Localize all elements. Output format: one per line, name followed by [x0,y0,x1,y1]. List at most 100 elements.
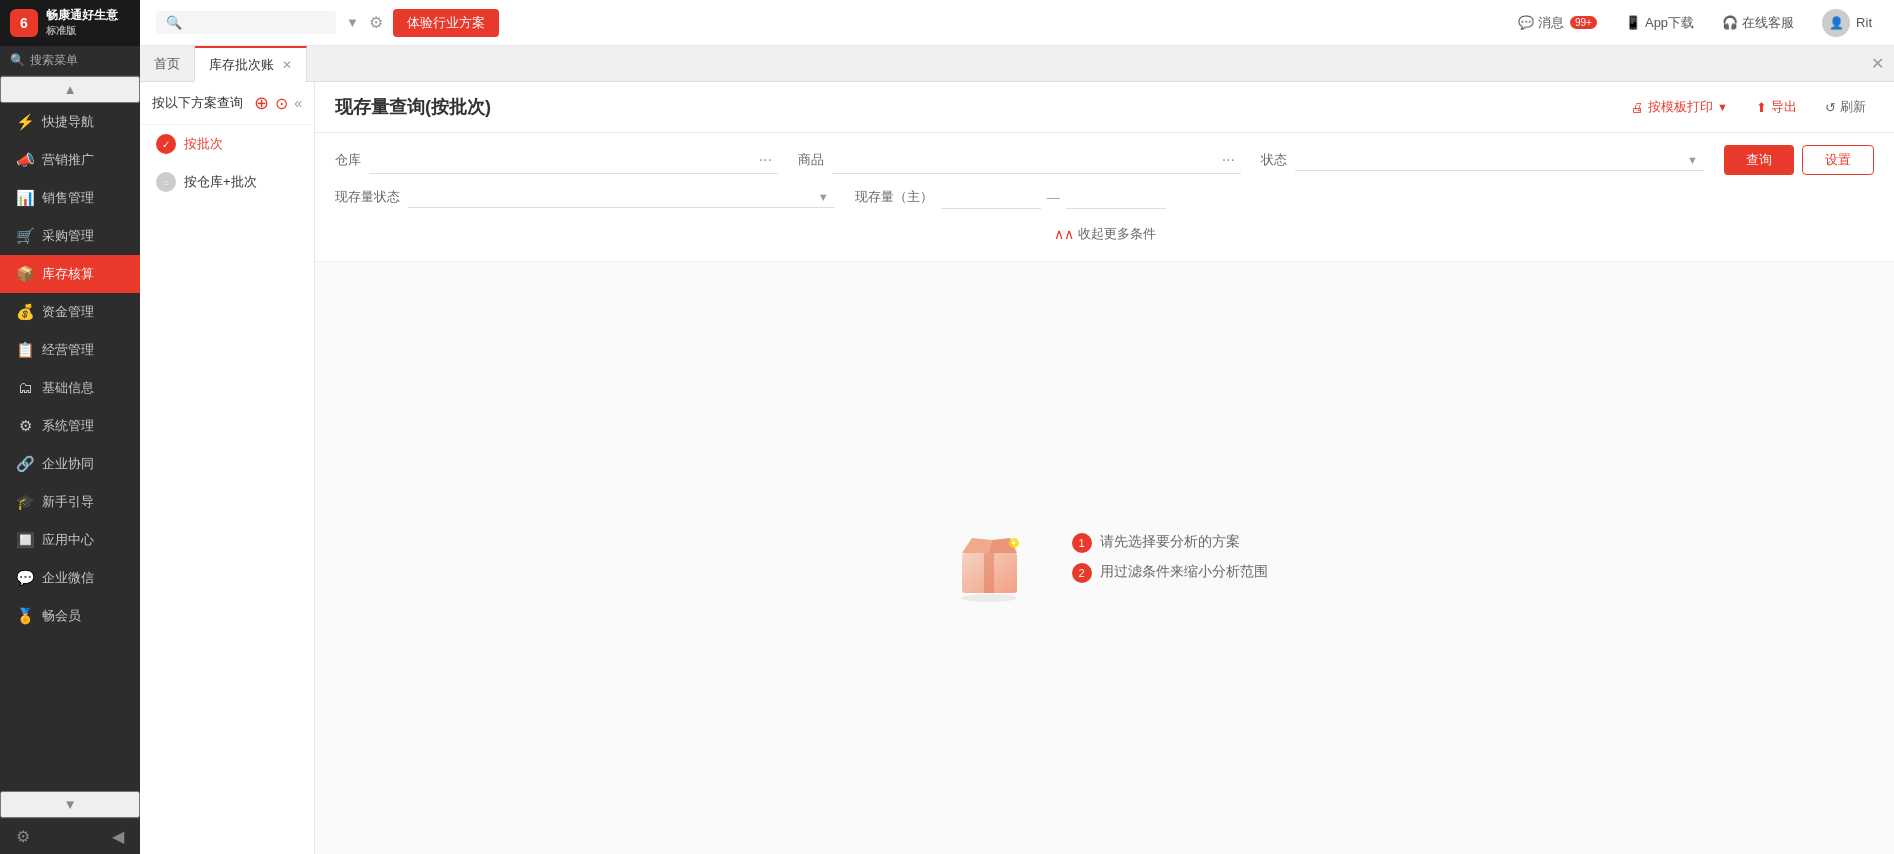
message-btn[interactable]: 💬 消息 99+ [1512,10,1603,36]
circle-icon: ○ [163,177,169,188]
warehouse-dots-btn[interactable]: ··· [759,151,772,169]
sidebar-item-basic[interactable]: 🗂 基础信息 [0,369,140,407]
sidebar-search[interactable]: 🔍 搜索菜单 [0,46,140,76]
scheme-label: 按仓库+批次 [184,173,257,191]
tabbar: 首页 库存批次账 ✕ ✕ [140,46,1894,82]
print-icon: 🖨 [1631,100,1644,115]
main-area: 🔍 ▼ ⚙ 体验行业方案 💬 消息 99+ 📱 App下载 🎧 在线客服 [140,0,1894,854]
headset-icon: 🎧 [1722,15,1738,30]
add-scheme-btn[interactable]: ⊕ [254,92,269,114]
topbar-dropdown-icon[interactable]: ▼ [346,15,359,30]
filter-row-1: 仓库 ··· 商品 ··· 状态 [335,145,1874,175]
sidebar-item-finance[interactable]: 💰 资金管理 [0,293,140,331]
sidebar-item-label: 企业微信 [42,569,94,587]
tab-batch[interactable]: 库存批次账 ✕ [195,46,307,82]
sidebar-item-label: 资金管理 [42,303,94,321]
quick-nav-icon: ⚡ [16,113,34,131]
export-label: 导出 [1771,98,1797,116]
topbar-settings-icon[interactable]: ⚙ [369,13,383,32]
experience-btn[interactable]: 体验行业方案 [393,9,499,37]
online-service-btn[interactable]: 🎧 在线客服 [1716,10,1800,36]
tab-label: 首页 [154,55,180,73]
filter-area: 仓库 ··· 商品 ··· 状态 [315,133,1894,262]
status-select[interactable]: ▼ [1295,150,1704,171]
sidebar-item-label: 快捷导航 [42,113,94,131]
basic-icon: 🗂 [16,379,34,397]
tab-close-btn[interactable]: ✕ [282,58,292,72]
page-title: 现存量查询(按批次) [335,95,491,119]
purchase-icon: 🛒 [16,227,34,245]
sidebar-scroll-down[interactable]: ▼ [0,791,140,818]
refresh-btn[interactable]: ↺ 刷新 [1817,94,1874,120]
app-download-label: App下载 [1645,14,1694,32]
sidebar-item-system[interactable]: ⚙ 系统管理 [0,407,140,445]
sidebar-item-newbie[interactable]: 🎓 新手引导 [0,483,140,521]
collapse-panel-btn[interactable]: « [294,95,302,111]
sidebar-item-label: 经营管理 [42,341,94,359]
inventory-status-select[interactable]: ▼ [408,187,835,208]
sales-icon: 📊 [16,189,34,207]
collapse-sidebar-icon[interactable]: ◀ [112,827,124,846]
sidebar-item-operations[interactable]: 📋 经营管理 [0,331,140,369]
scheme-settings-btn[interactable]: ⊙ [275,94,288,113]
query-btn[interactable]: 查询 [1724,145,1794,175]
status-dropdown-icon[interactable]: ▼ [1687,154,1698,166]
sidebar-item-label: 畅会员 [42,607,81,625]
quantity-dash: — [1047,190,1060,205]
topbar-search-box[interactable]: 🔍 [156,11,336,34]
close-all-tabs-btn[interactable]: ✕ [1871,54,1884,73]
sidebar-item-wechat[interactable]: 💬 企业微信 [0,559,140,597]
tip-number-2: 2 [1072,563,1092,583]
sidebar-item-purchase[interactable]: 🛒 采购管理 [0,217,140,255]
sidebar-item-member[interactable]: 🏅 畅会员 [0,597,140,635]
tab-home[interactable]: 首页 [140,46,195,82]
app-download-btn[interactable]: 📱 App下载 [1619,10,1700,36]
warehouse-select[interactable]: ··· [369,147,778,174]
sidebar-header: 6 畅康通好生意 标准版 [0,0,140,46]
search-label: 搜索菜单 [30,52,78,69]
online-service-label: 在线客服 [1742,14,1794,32]
svg-rect-1 [984,553,994,593]
sidebar-item-marketing[interactable]: 📣 营销推广 [0,141,140,179]
export-icon: ⬆ [1756,100,1767,115]
sidebar-item-label: 营销推广 [42,151,94,169]
user-menu-btn[interactable]: 👤 Rit [1816,5,1878,41]
print-btn[interactable]: 🖨 按模板打印 ▼ [1623,94,1736,120]
refresh-label: 刷新 [1840,98,1866,116]
quantity-min-input[interactable] [941,185,1041,209]
enterprise-icon: 🔗 [16,455,34,473]
product-select[interactable]: ··· [832,147,1241,174]
sidebar-scroll-up[interactable]: ▲ [0,76,140,103]
setting-btn[interactable]: 设置 [1802,145,1874,175]
sidebar-item-enterprise[interactable]: 🔗 企业协同 [0,445,140,483]
sidebar-item-label: 新手引导 [42,493,94,511]
topbar-right: 💬 消息 99+ 📱 App下载 🎧 在线客服 👤 Rit [1512,5,1878,41]
sidebar-item-appstore[interactable]: 🔲 应用中心 [0,521,140,559]
sidebar-item-quick-nav[interactable]: ⚡ 快捷导航 [0,103,140,141]
quantity-max-input[interactable] [1066,185,1166,209]
topbar-left: 🔍 ▼ ⚙ 体验行业方案 [156,9,499,37]
product-label: 商品 [798,151,824,169]
sidebar-item-label: 应用中心 [42,531,94,549]
member-icon: 🏅 [16,607,34,625]
topbar-search-input[interactable] [188,16,288,30]
newbie-icon: 🎓 [16,493,34,511]
quantity-field: 现存量（主） — [855,185,1355,209]
sidebar-item-sales[interactable]: 📊 销售管理 [0,179,140,217]
export-btn[interactable]: ⬆ 导出 [1748,94,1805,120]
tip-text-2: 用过滤条件来缩小分析范围 [1100,563,1268,581]
sidebar-nav: ⚡ 快捷导航 📣 营销推广 📊 销售管理 🛒 采购管理 📦 库存核算 💰 资金管… [0,103,140,791]
sidebar: 6 畅康通好生意 标准版 🔍 搜索菜单 ▲ ⚡ 快捷导航 📣 营销推广 📊 销售… [0,0,140,854]
tab-right-actions: ✕ [1871,54,1894,73]
print-dropdown-icon[interactable]: ▼ [1717,101,1728,113]
sidebar-item-inventory[interactable]: 📦 库存核算 [0,255,140,293]
settings-icon[interactable]: ⚙ [16,827,30,846]
search-icon: 🔍 [10,53,25,67]
scheme-item-warehouse-batch[interactable]: ○ 按仓库+批次 [140,163,314,201]
inventory-status-dropdown-icon[interactable]: ▼ [818,191,829,203]
collapse-filter-btn[interactable]: ∧∧ 收起更多条件 [335,219,1874,249]
wechat-icon: 💬 [16,569,34,587]
product-dots-btn[interactable]: ··· [1222,151,1235,169]
scheme-item-batch[interactable]: ✓ 按批次 [140,125,314,163]
marketing-icon: 📣 [16,151,34,169]
